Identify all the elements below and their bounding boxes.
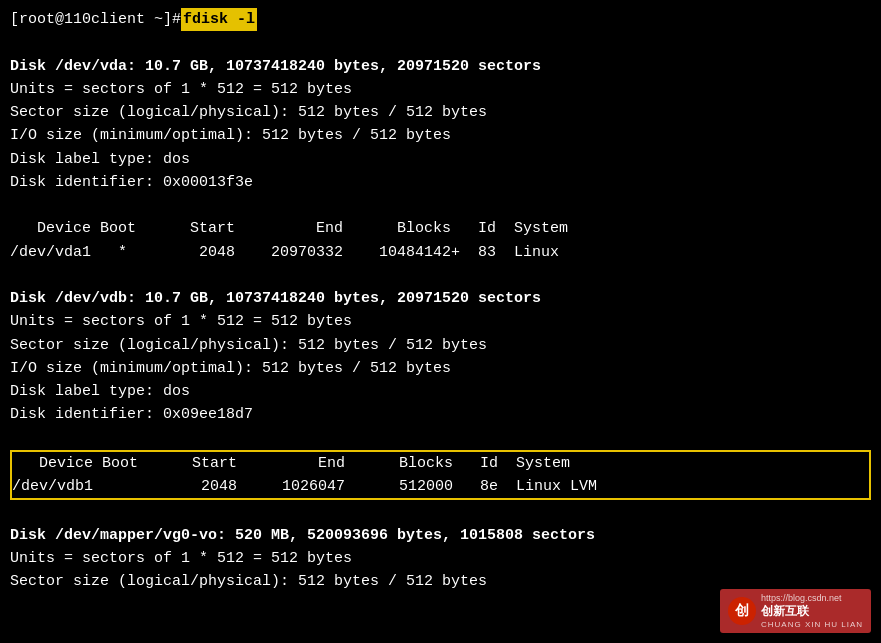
- watermark-content: https://blog.csdn.net 创新互联 CHUANG XIN HU…: [761, 593, 863, 629]
- blank-line-3: [10, 264, 871, 287]
- vda-table-header: Device Boot Start End Blocks Id System: [10, 217, 871, 240]
- vdb-disk-info: Disk /dev/vdb: 10.7 GB, 10737418240 byte…: [10, 287, 871, 310]
- vdb-io-size: I/O size (minimum/optimal): 512 bytes / …: [10, 357, 871, 380]
- vda-units: Units = sectors of 1 * 512 = 512 bytes: [10, 78, 871, 101]
- vda-io-size: I/O size (minimum/optimal): 512 bytes / …: [10, 124, 871, 147]
- vda-identifier: Disk identifier: 0x00013f3e: [10, 171, 871, 194]
- command-text: fdisk -l: [181, 8, 257, 31]
- prompt-text: [root@110client ~]#: [10, 8, 181, 31]
- blank-line-4: [10, 427, 871, 450]
- vdb-partition-row: /dev/vdb1 2048 1026047 512000 8e Linux L…: [12, 475, 869, 498]
- vdb-label-type: Disk label type: dos: [10, 380, 871, 403]
- blank-line-1: [10, 31, 871, 54]
- watermark-sublabel: CHUANG XIN HU LIAN: [761, 620, 863, 629]
- terminal-window: [root@110client ~]# fdisk -l Disk /dev/v…: [0, 0, 881, 643]
- watermark: 创 https://blog.csdn.net 创新互联 CHUANG XIN …: [720, 589, 871, 633]
- watermark-label: 创新互联: [761, 603, 863, 620]
- blank-line-2: [10, 194, 871, 217]
- vdb-sector-size: Sector size (logical/physical): 512 byte…: [10, 334, 871, 357]
- vda-sector-size: Sector size (logical/physical): 512 byte…: [10, 101, 871, 124]
- prompt-line: [root@110client ~]# fdisk -l: [10, 8, 871, 31]
- mapper-units: Units = sectors of 1 * 512 = 512 bytes: [10, 547, 871, 570]
- vdb-table-header: Device Boot Start End Blocks Id System: [12, 452, 869, 475]
- vda-disk-info: Disk /dev/vda: 10.7 GB, 10737418240 byte…: [10, 55, 871, 78]
- vdb-units: Units = sectors of 1 * 512 = 512 bytes: [10, 310, 871, 333]
- vda-label-type: Disk label type: dos: [10, 148, 871, 171]
- watermark-site: https://blog.csdn.net: [761, 593, 863, 603]
- vda-partition-row: /dev/vda1 * 2048 20970332 10484142+ 83 L…: [10, 241, 871, 264]
- vdb-highlighted-section: Device Boot Start End Blocks Id System /…: [10, 450, 871, 501]
- mapper-disk-info: Disk /dev/mapper/vg0-vo: 520 MB, 5200936…: [10, 524, 871, 547]
- vdb-identifier: Disk identifier: 0x09ee18d7: [10, 403, 871, 426]
- blank-line-5: [10, 500, 871, 523]
- watermark-icon: 创: [728, 597, 756, 625]
